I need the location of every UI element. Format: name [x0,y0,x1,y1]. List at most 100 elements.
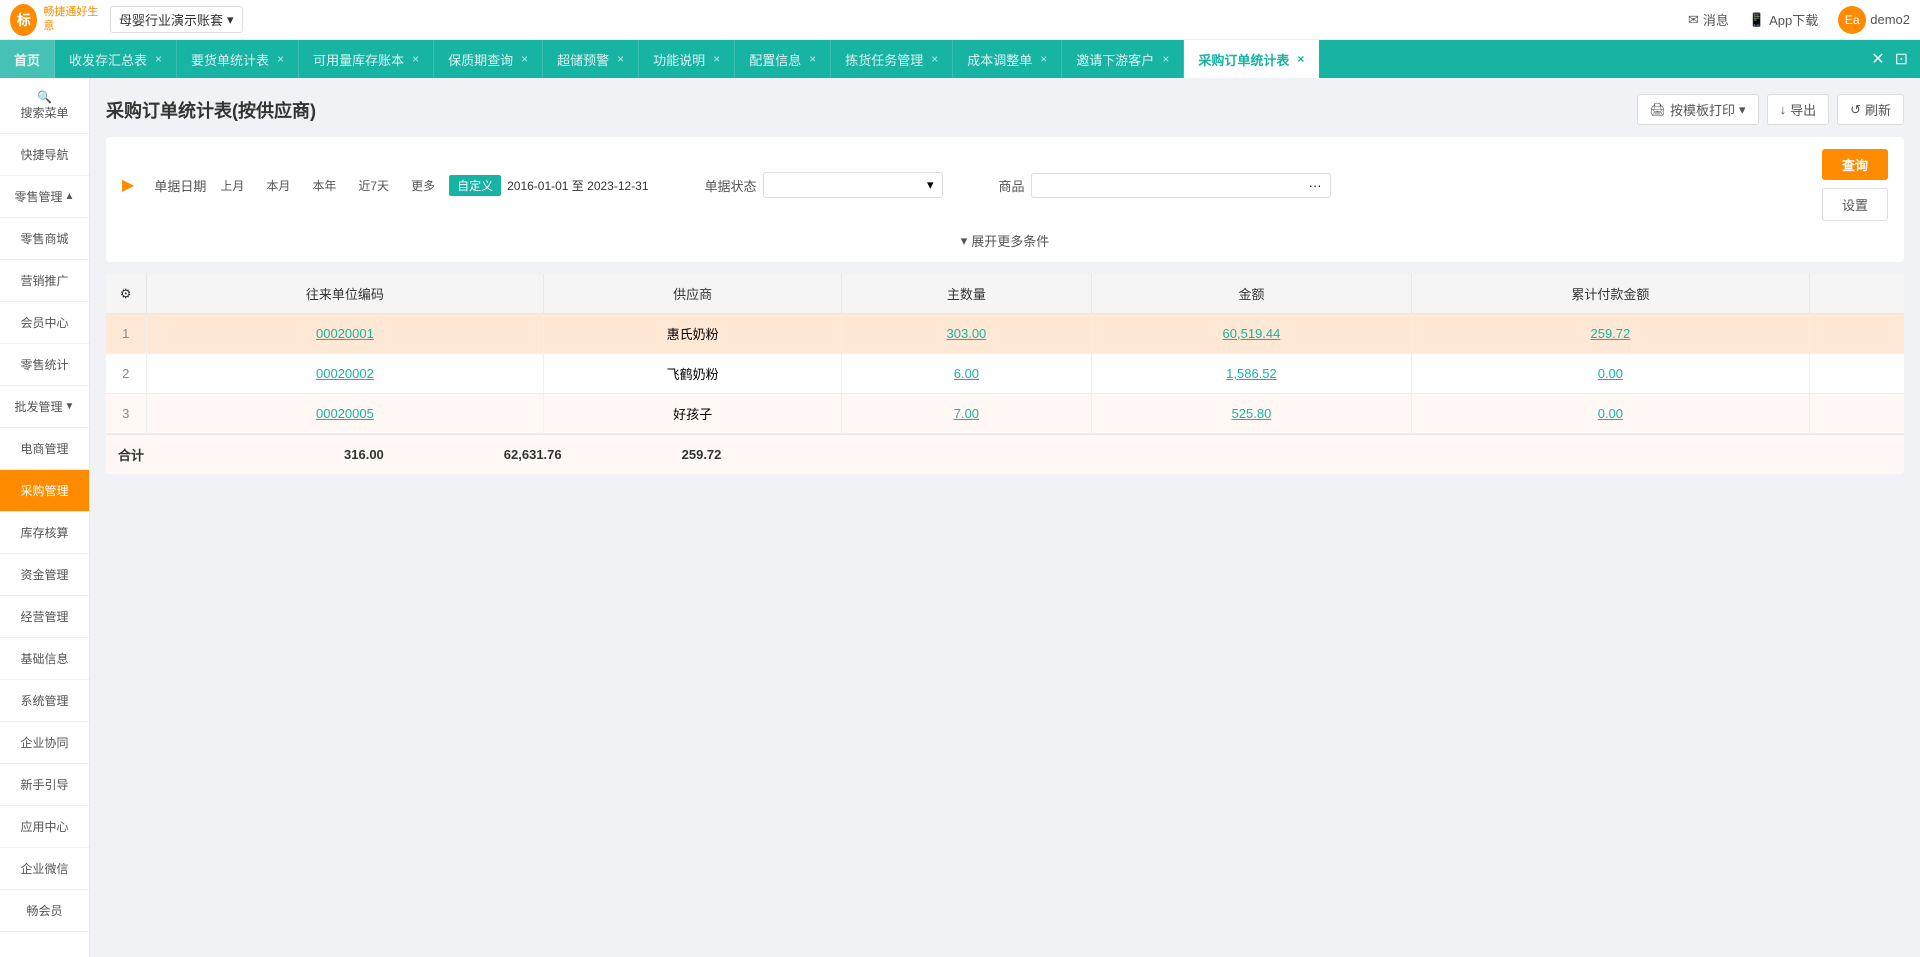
close-icon[interactable]: × [155,52,162,66]
sidebar-item-operations[interactable]: 经营管理 [0,596,89,638]
row-qty[interactable]: 7.00 [841,394,1091,434]
print-button[interactable]: 🖨 按模板打印 ▾ [1637,94,1759,125]
tab-peizhi[interactable]: 配置信息 × [735,40,831,78]
filter-date-shortcuts: 上月 本月 本年 近7天 更多 自定义 [212,175,501,196]
nav-tabs: 首页 收发存汇总表 × 要货单统计表 × 可用量库存账本 × 保质期查询 × 超… [0,40,1920,78]
sidebar-item-new-guide[interactable]: 新手引导 [0,764,89,806]
account-selector[interactable]: 母婴行业演示账套 ▾ [110,6,243,33]
goods-input[interactable]: ··· [1031,173,1331,198]
sidebar-item-inventory[interactable]: 库存核算 [0,512,89,554]
tab-chengbenTiaozheng[interactable]: 成本调整单 × [953,40,1062,78]
content-area: 采购订单统计表(按供应商) 🖨 按模板打印 ▾ ↓ 导出 ↺ 刷新 [90,78,1920,957]
message-button[interactable]: ✉ 消息 [1688,10,1729,29]
row-amount[interactable]: 525.80 [1091,394,1411,434]
row-unit-code[interactable]: 00020002 [146,354,544,394]
sidebar-item-retail-shop[interactable]: 零售商城 [0,218,89,260]
close-icon[interactable]: × [412,52,419,66]
tab-chaochuYujing[interactable]: 超储预警 × [543,40,639,78]
chevron-down-icon: ▾ [927,177,934,193]
row-paid[interactable]: 0.00 [1411,354,1809,394]
row-index: 2 [106,354,146,394]
shortcut-this-year[interactable]: 本年 [304,175,344,196]
sidebar-item-member2[interactable]: 畅会员 [0,890,89,932]
tab-baoquanQixian[interactable]: 保质期查询 × [434,40,543,78]
collapse-arrow[interactable]: ▶ [122,175,134,195]
close-icon[interactable]: × [931,52,938,66]
close-icon[interactable]: × [1040,52,1047,66]
query-button[interactable]: 查询 [1822,149,1888,180]
close-icon[interactable]: × [277,52,284,66]
tab-caigouTongji[interactable]: 采购订单统计表 × [1184,40,1319,78]
sidebar-item-search[interactable]: 🔍 搜索菜单 [0,78,89,134]
tab-home[interactable]: 首页 [0,40,55,78]
maximize-button[interactable]: ⊡ [1891,49,1912,69]
row-amount[interactable]: 1,586.52 [1091,354,1411,394]
filter-goods-item: 商品 ··· [999,173,1331,198]
settings-button[interactable]: 设置 [1822,188,1888,221]
sidebar-item-app-center[interactable]: 应用中心 [0,806,89,848]
main-layout: 🔍 搜索菜单 快捷导航 零售管理 ▲ 零售商城 营销推广 会员中心 零售统计 批… [0,78,1920,957]
row-amount[interactable]: 60,519.44 [1091,314,1411,354]
status-select[interactable]: ▾ [763,172,943,198]
sidebar-item-basic-info[interactable]: 基础信息 [0,638,89,680]
ellipsis-icon[interactable]: ··· [1309,178,1322,193]
close-icon[interactable]: × [1162,52,1169,66]
shortcut-7days[interactable]: 近7天 [350,175,397,196]
sidebar-item-batch-mgmt[interactable]: 批发管理 ▼ [0,386,89,428]
top-right-area: ✉ 消息 📱 App下载 Ea demo2 [1688,6,1910,34]
app-download-icon: 📱 [1749,12,1765,28]
page-title: 采购订单统计表(按供应商) [106,97,316,123]
close-icon[interactable]: × [809,52,816,66]
sidebar-item-system[interactable]: 系统管理 [0,680,89,722]
sidebar-item-member[interactable]: 会员中心 [0,302,89,344]
sidebar-item-enterprise-collab[interactable]: 企业协同 [0,722,89,764]
close-all-tabs-button[interactable]: ✕ [1867,49,1888,69]
shortcut-prev-month[interactable]: 上月 [212,175,252,196]
tab-yaohuoDan[interactable]: 要货单统计表 × [177,40,299,78]
sidebar-item-finance[interactable]: 资金管理 [0,554,89,596]
th-amount: 金额 [1091,274,1411,314]
tab-yaoqing[interactable]: 邀请下游客户 × [1062,40,1184,78]
th-extra [1809,274,1904,314]
sidebar-item-ecommerce[interactable]: 电商管理 [0,428,89,470]
row-index: 1 [106,314,146,354]
sidebar-item-enterprise-wechat[interactable]: 企业微信 [0,848,89,890]
refresh-icon: ↺ [1850,102,1861,118]
close-icon[interactable]: × [617,52,624,66]
filter-date-item: 单据日期 上月 本月 本年 近7天 更多 自定义 2016-01-01 至 20… [154,175,648,196]
filter-card: ▶ 单据日期 上月 本月 本年 近7天 更多 自定义 2016-01-01 至 … [106,137,1904,262]
tab-gongnengShuoming[interactable]: 功能说明 × [639,40,735,78]
top-bar: 标 畅捷通好生意 母婴行业演示账套 ▾ ✉ 消息 📱 App下载 Ea demo… [0,0,1920,40]
th-settings[interactable]: ⚙ [106,274,146,314]
row-unit-code[interactable]: 00020005 [146,394,544,434]
export-button[interactable]: ↓ 导出 [1767,94,1830,125]
shortcut-this-month[interactable]: 本月 [258,175,298,196]
row-paid[interactable]: 259.72 [1411,314,1809,354]
sidebar-item-marketing[interactable]: 营销推广 [0,260,89,302]
tab-baohuoRenwu[interactable]: 拣货任务管理 × [831,40,953,78]
refresh-button[interactable]: ↺ 刷新 [1837,94,1904,125]
sidebar-item-retail-mgmt[interactable]: 零售管理 ▲ [0,176,89,218]
custom-date-tag[interactable]: 自定义 [449,175,501,196]
sidebar-item-retail-stats[interactable]: 零售统计 [0,344,89,386]
shortcut-more[interactable]: 更多 [403,175,443,196]
user-profile[interactable]: Ea demo2 [1838,6,1910,34]
row-unit-code[interactable]: 00020001 [146,314,544,354]
close-icon[interactable]: × [1297,52,1304,66]
close-icon[interactable]: × [521,52,528,66]
expand-conditions-button[interactable]: ▾ 展开更多条件 [961,231,1050,250]
sidebar-item-purchase-mgmt[interactable]: 采购管理 [0,470,89,512]
row-qty[interactable]: 6.00 [841,354,1091,394]
app-download-button[interactable]: 📱 App下载 [1749,10,1818,29]
tab-chengbenTiaozheng-label: 成本调整单 [967,50,1032,69]
tab-keyongLiangkucun[interactable]: 可用量库存账本 × [299,40,434,78]
close-icon[interactable]: × [713,52,720,66]
logo-area: 标 畅捷通好生意 [10,4,100,36]
table-footer: 合计 316.00 62,631.76 259.72 [106,434,1904,474]
row-qty[interactable]: 303.00 [841,314,1091,354]
search-icon: 🔍 [37,90,52,104]
goods-label: 商品 [999,176,1025,195]
row-paid[interactable]: 0.00 [1411,394,1809,434]
tab-shoufaHuizong[interactable]: 收发存汇总表 × [55,40,177,78]
sidebar-item-quicknav[interactable]: 快捷导航 [0,134,89,176]
